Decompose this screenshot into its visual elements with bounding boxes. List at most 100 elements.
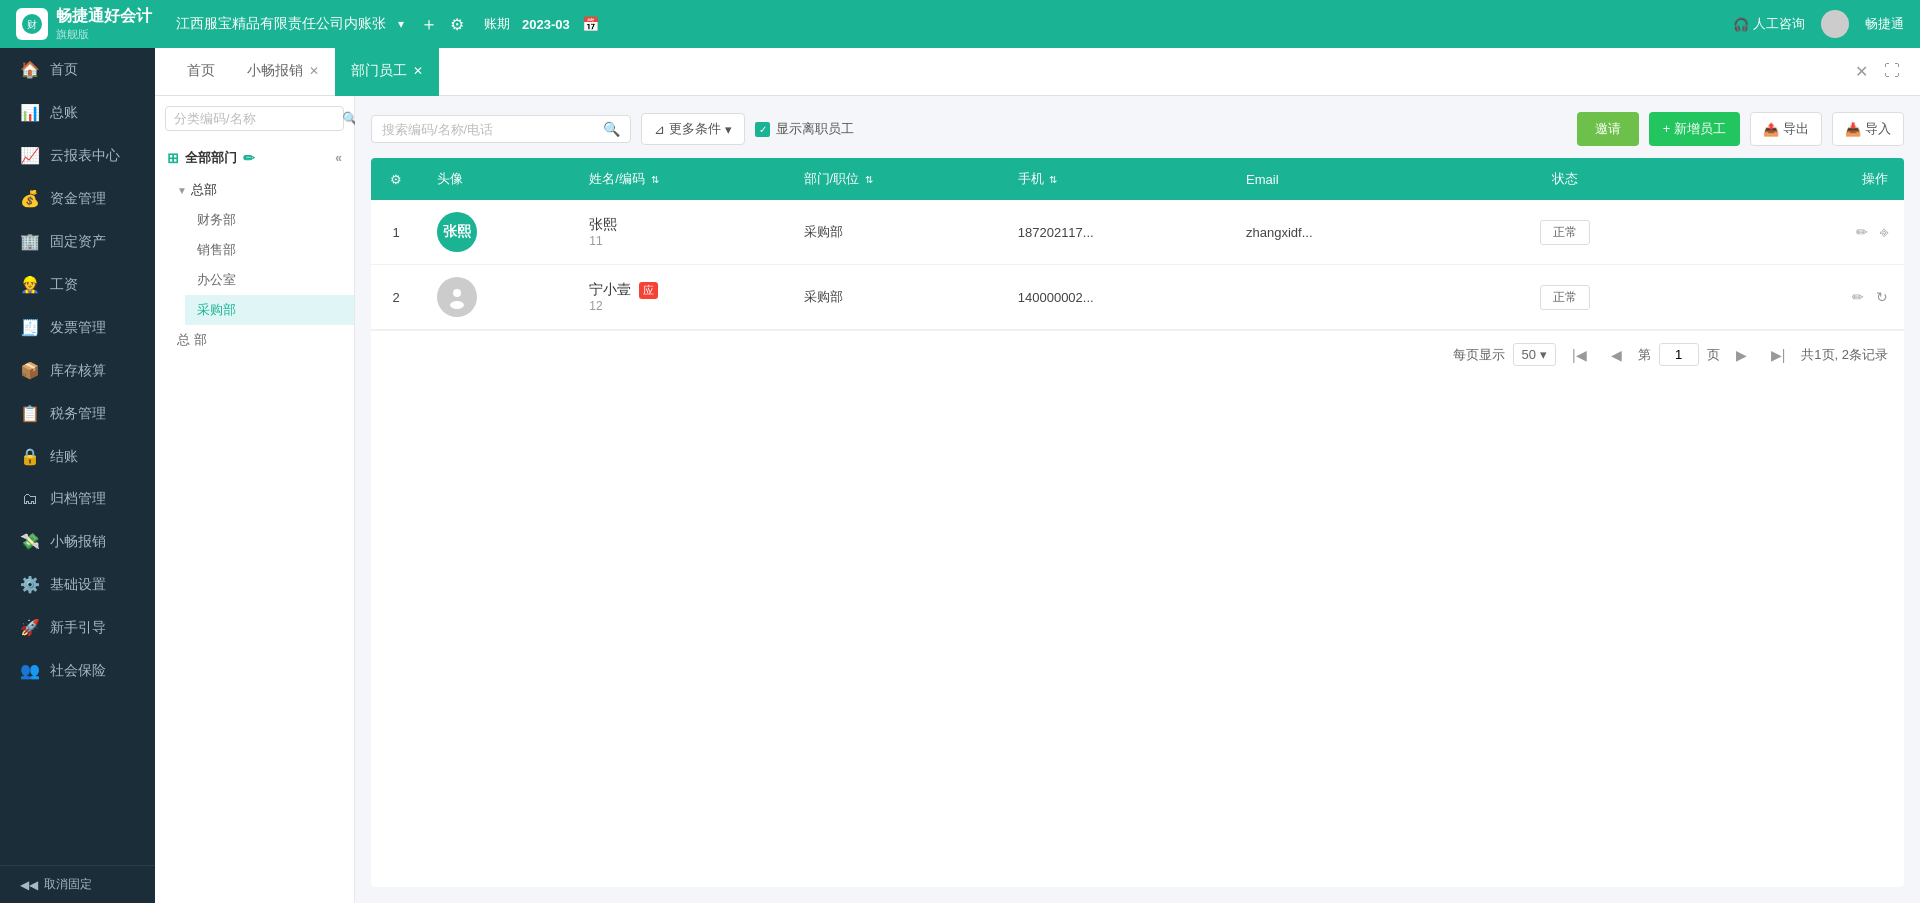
invite-button[interactable]: 邀请 bbox=[1577, 112, 1639, 146]
export-button[interactable]: 📤 导出 bbox=[1750, 112, 1822, 146]
dept-node-finance[interactable]: 财务部 bbox=[185, 205, 354, 235]
guide-icon: 🚀 bbox=[20, 618, 40, 637]
row-num-2: 2 bbox=[371, 265, 421, 330]
cancel-fixed-icon: ◀◀ bbox=[20, 878, 38, 892]
user-avatar bbox=[1821, 10, 1849, 38]
sidebar-item-label: 云报表中心 bbox=[50, 147, 120, 165]
sidebar-item-tax[interactable]: 📋 税务管理 bbox=[0, 392, 155, 435]
dept-node-office[interactable]: 办公室 bbox=[185, 265, 354, 295]
grid-icon: ⊞ bbox=[167, 150, 179, 166]
sidebar: 🏠 首页 📊 总账 📈 云报表中心 💰 资金管理 🏢 固定资产 👷 工资 🧾 发… bbox=[0, 48, 155, 903]
employee-code-1: 11 bbox=[589, 234, 771, 248]
add-employee-button[interactable]: + 新增员工 bbox=[1649, 112, 1740, 146]
col-status: 状态 bbox=[1438, 158, 1692, 200]
employee-code-2: 12 bbox=[589, 299, 771, 313]
sidebar-item-archive[interactable]: 🗂 归档管理 bbox=[0, 478, 155, 520]
employee-search-input[interactable] bbox=[382, 122, 597, 137]
show-resigned-checkbox[interactable]: ✓ 显示离职员工 bbox=[755, 120, 854, 138]
sidebar-item-closing[interactable]: 🔒 结账 bbox=[0, 435, 155, 478]
email-cell-1: zhangxidf... bbox=[1230, 200, 1438, 265]
tab-employees[interactable]: 部门员工 ✕ bbox=[335, 48, 439, 96]
filter-button[interactable]: ⊿ 更多条件 ▾ bbox=[641, 113, 745, 145]
expand-tab-icon[interactable]: ⛶ bbox=[1880, 58, 1904, 85]
reports-icon: 📈 bbox=[20, 146, 40, 165]
app-subtitle: 旗舰版 bbox=[56, 27, 152, 42]
svg-point-3 bbox=[450, 301, 464, 309]
cancel-fixed-button[interactable]: ◀◀ 取消固定 bbox=[0, 865, 155, 903]
delete-icon-2[interactable]: ↻ bbox=[1876, 289, 1888, 305]
settings-icon[interactable]: ⚙ bbox=[450, 15, 464, 34]
sidebar-item-label: 新手引导 bbox=[50, 619, 106, 637]
sidebar-item-label: 资金管理 bbox=[50, 190, 106, 208]
sidebar-item-settings[interactable]: ⚙️ 基础设置 bbox=[0, 563, 155, 606]
sidebar-item-inventory[interactable]: 📦 库存核算 bbox=[0, 349, 155, 392]
tab-home[interactable]: 首页 bbox=[171, 48, 231, 96]
page-number-input[interactable] bbox=[1659, 343, 1699, 366]
sidebar-item-label: 基础设置 bbox=[50, 576, 106, 594]
sidebar-item-invoice[interactable]: 🧾 发票管理 bbox=[0, 306, 155, 349]
employee-table: ⚙ 头像 姓名/编码 ⇅ 部门/职位 ⇅ 手机 ⇅ Email 状态 操作 bbox=[371, 158, 1904, 330]
app-title: 畅捷通好会计 bbox=[56, 6, 152, 27]
prev-page-button[interactable]: ◀ bbox=[1603, 344, 1630, 366]
next-page-button[interactable]: ▶ bbox=[1728, 344, 1755, 366]
chevron-down-icon: ▾ bbox=[725, 122, 732, 137]
dept-node-general[interactable]: 总 部 bbox=[165, 325, 354, 355]
page-total: 共1页, 2条记录 bbox=[1801, 346, 1888, 364]
edit-icon-2[interactable]: ✏ bbox=[1852, 289, 1864, 305]
dept-children: 财务部 销售部 办公室 采购部 bbox=[165, 205, 354, 325]
close-tab-icon[interactable]: ✕ bbox=[1851, 58, 1872, 85]
all-departments[interactable]: ⊞ 全部部门 ✏ « bbox=[155, 141, 354, 175]
closing-icon: 🔒 bbox=[20, 447, 40, 466]
sidebar-item-expense[interactable]: 💸 小畅报销 bbox=[0, 520, 155, 563]
col-name[interactable]: 姓名/编码 ⇅ bbox=[573, 158, 787, 200]
tab-expense[interactable]: 小畅报销 ✕ bbox=[231, 48, 335, 96]
page-label: 第 bbox=[1638, 346, 1651, 364]
col-email: Email bbox=[1230, 158, 1438, 200]
period-value: 2023-03 bbox=[522, 17, 570, 32]
sidebar-item-reports[interactable]: 📈 云报表中心 bbox=[0, 134, 155, 177]
headphone-icon: 🎧 bbox=[1733, 17, 1749, 32]
calendar-icon[interactable]: 📅 bbox=[582, 16, 599, 32]
sidebar-item-salary[interactable]: 👷 工资 bbox=[0, 263, 155, 306]
sidebar-item-ledger[interactable]: 📊 总账 bbox=[0, 91, 155, 134]
col-avatar: 头像 bbox=[421, 158, 573, 200]
sidebar-item-fund[interactable]: 💰 资金管理 bbox=[0, 177, 155, 220]
dept-search-input[interactable] bbox=[174, 111, 342, 126]
company-dropdown-icon[interactable]: ▾ bbox=[398, 17, 404, 31]
logout-icon-1[interactable]: ⎆ bbox=[1880, 224, 1888, 240]
sidebar-item-label: 小畅报销 bbox=[50, 533, 106, 551]
salary-icon: 👷 bbox=[20, 275, 40, 294]
insurance-icon: 👥 bbox=[20, 661, 40, 680]
dept-node-sales[interactable]: 销售部 bbox=[185, 235, 354, 265]
col-settings[interactable]: ⚙ bbox=[371, 158, 421, 200]
import-button[interactable]: 📥 导入 bbox=[1832, 112, 1904, 146]
toolbar-right: 邀请 + 新增员工 📤 导出 📥 导入 bbox=[1577, 112, 1904, 146]
tab-employees-close[interactable]: ✕ bbox=[413, 64, 423, 78]
dept-search-box[interactable]: 🔍 bbox=[165, 106, 344, 131]
sidebar-item-guide[interactable]: 🚀 新手引导 bbox=[0, 606, 155, 649]
tab-bar-controls: ✕ ⛶ bbox=[1851, 58, 1904, 85]
per-page-select[interactable]: 50 ▾ bbox=[1513, 343, 1556, 366]
edit-dept-icon[interactable]: ✏ bbox=[243, 150, 255, 166]
col-phone[interactable]: 手机 ⇅ bbox=[1002, 158, 1230, 200]
logo-area: 财 畅捷通好会计 旗舰版 bbox=[16, 6, 156, 42]
email-cell-2 bbox=[1230, 265, 1438, 330]
sidebar-item-home[interactable]: 🏠 首页 bbox=[0, 48, 155, 91]
edit-icon-1[interactable]: ✏ bbox=[1856, 224, 1868, 240]
main-layout: 🏠 首页 📊 总账 📈 云报表中心 💰 资金管理 🏢 固定资产 👷 工资 🧾 发… bbox=[0, 48, 1920, 903]
tab-expense-close[interactable]: ✕ bbox=[309, 64, 319, 78]
service-button[interactable]: 🎧 人工咨询 bbox=[1733, 15, 1805, 33]
per-page-value: 50 bbox=[1522, 347, 1536, 362]
filter-icon: ⊿ bbox=[654, 122, 665, 137]
first-page-button[interactable]: |◀ bbox=[1564, 344, 1595, 366]
add-company-icon[interactable]: ＋ bbox=[420, 12, 438, 36]
employee-search-box[interactable]: 🔍 bbox=[371, 115, 631, 143]
actions-cell-1: ✏ ⎆ bbox=[1692, 200, 1904, 265]
sidebar-item-insurance[interactable]: 👥 社会保险 bbox=[0, 649, 155, 692]
dept-node-purchase[interactable]: 采购部 bbox=[185, 295, 354, 325]
sidebar-item-assets[interactable]: 🏢 固定资产 bbox=[0, 220, 155, 263]
last-page-button[interactable]: ▶| bbox=[1763, 344, 1794, 366]
col-dept[interactable]: 部门/职位 ⇅ bbox=[788, 158, 1002, 200]
collapse-dept-icon[interactable]: « bbox=[335, 151, 342, 165]
dept-parent-head[interactable]: ▼ 总部 bbox=[165, 175, 354, 205]
